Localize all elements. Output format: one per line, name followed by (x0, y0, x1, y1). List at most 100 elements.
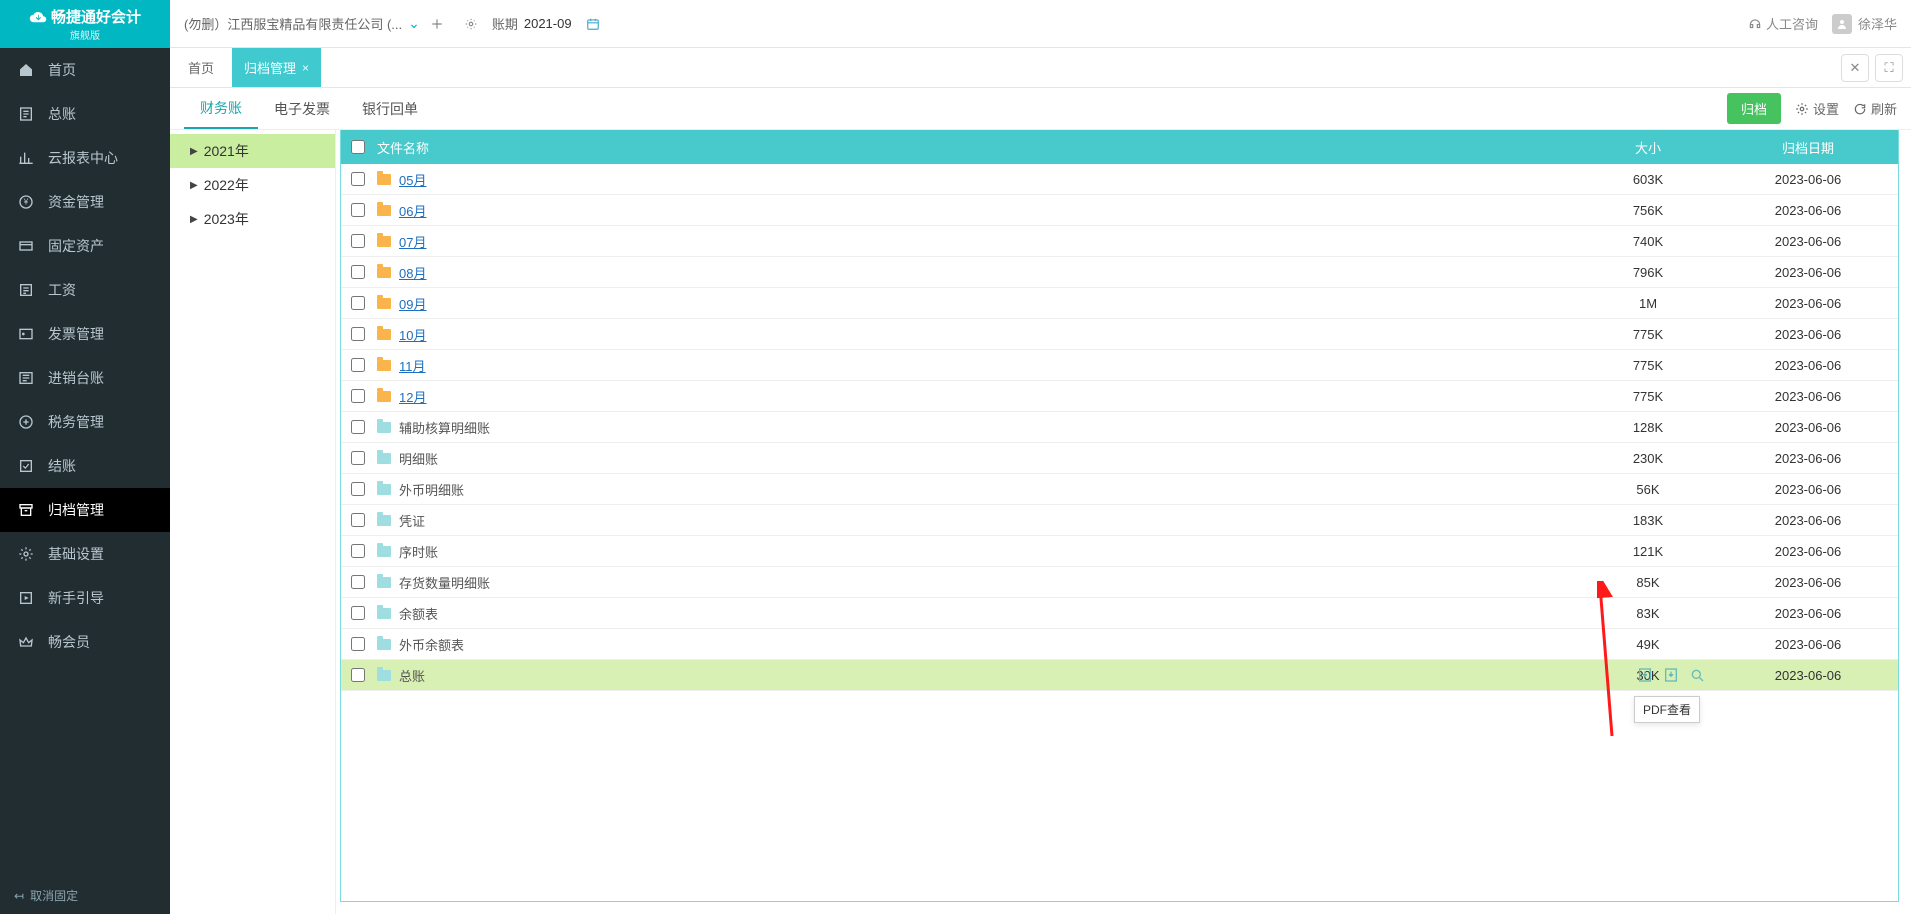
table-row[interactable]: 明细账230K2023-06-06 (341, 443, 1898, 474)
settings-link[interactable]: 设置 (1795, 99, 1839, 118)
row-checkbox[interactable] (351, 606, 365, 620)
table-row[interactable]: 总账30K2023-06-06 (341, 660, 1898, 691)
close-tab-icon[interactable]: × (302, 61, 309, 75)
period-value[interactable]: 2021-09 (524, 16, 572, 31)
tab-home-label: 首页 (188, 58, 214, 77)
sidebar-item-9[interactable]: 结账 (0, 444, 170, 488)
sidebar-item-13[interactable]: 畅会员 (0, 620, 170, 664)
sidebar-item-8[interactable]: 税务管理 (0, 400, 170, 444)
home-icon (18, 62, 36, 78)
row-checkbox[interactable] (351, 265, 365, 279)
row-checkbox[interactable] (351, 544, 365, 558)
subtab-2[interactable]: 银行回单 (346, 88, 434, 129)
archive-button[interactable]: 归档 (1727, 93, 1781, 124)
year-item-0[interactable]: ▶ 2021年 (170, 134, 335, 168)
row-checkbox[interactable] (351, 513, 365, 527)
pdf-view-tooltip: PDF查看 (1634, 696, 1700, 723)
table-row[interactable]: 余额表83K2023-06-06 (341, 598, 1898, 629)
row-checkbox[interactable] (351, 451, 365, 465)
sidebar-item-5[interactable]: 工资 (0, 268, 170, 312)
company-selector[interactable]: (勿删）江西服宝精品有限责任公司 (... ⌄ (184, 14, 420, 33)
file-size: 740K (1578, 234, 1718, 249)
table-row[interactable]: 05月603K2023-06-06 (341, 164, 1898, 195)
support-button[interactable]: 人工咨询 (1748, 14, 1818, 33)
year-item-1[interactable]: ▶2022年 (170, 168, 335, 202)
table-row[interactable]: 08月796K2023-06-06 (341, 257, 1898, 288)
table-row[interactable]: 辅助核算明细账128K2023-06-06 (341, 412, 1898, 443)
file-link[interactable]: 07月 (399, 232, 426, 251)
inout-icon (18, 370, 36, 386)
fullscreen-icon[interactable]: ⛶ (1875, 54, 1903, 82)
row-checkbox[interactable] (351, 296, 365, 310)
row-checkbox[interactable] (351, 575, 365, 589)
chevron-down-icon: ⌄ (408, 15, 420, 32)
table-row[interactable]: 外币余额表49K2023-06-06 (341, 629, 1898, 660)
calendar-icon[interactable] (586, 17, 600, 31)
row-checkbox[interactable] (351, 234, 365, 248)
file-icon (377, 422, 391, 433)
file-link[interactable]: 06月 (399, 201, 426, 220)
sidebar-item-3[interactable]: ¥资金管理 (0, 180, 170, 224)
company-name: (勿删）江西服宝精品有限责任公司 (... (184, 14, 402, 33)
row-checkbox[interactable] (351, 327, 365, 341)
user-menu[interactable]: 徐泽华 (1832, 14, 1897, 34)
row-checkbox[interactable] (351, 420, 365, 434)
table-row[interactable]: 存货数量明细账85K2023-06-06 (341, 567, 1898, 598)
table-row[interactable]: 序时账121K2023-06-06 (341, 536, 1898, 567)
sidebar-item-4[interactable]: 固定资产 (0, 224, 170, 268)
row-checkbox[interactable] (351, 637, 365, 651)
table-row[interactable]: 外币明细账56K2023-06-06 (341, 474, 1898, 505)
download-pdf-icon[interactable] (1662, 666, 1680, 684)
row-checkbox[interactable] (351, 668, 365, 682)
tooltip-text: PDF查看 (1643, 703, 1691, 717)
sidebar-item-1[interactable]: 总账 (0, 92, 170, 136)
tab-home[interactable]: 首页 (170, 48, 232, 87)
file-date: 2023-06-06 (1718, 265, 1898, 280)
file-link[interactable]: 08月 (399, 263, 426, 282)
year-label: 2021年 (204, 141, 249, 161)
sidebar-item-7[interactable]: 进销台账 (0, 356, 170, 400)
table-row[interactable]: 凭证183K2023-06-06 (341, 505, 1898, 536)
table-row[interactable]: 06月756K2023-06-06 (341, 195, 1898, 226)
row-checkbox[interactable] (351, 358, 365, 372)
period-label: 账期 (492, 14, 518, 33)
sidebar-item-0[interactable]: 首页 (0, 48, 170, 92)
row-checkbox[interactable] (351, 203, 365, 217)
file-link[interactable]: 11月 (399, 356, 426, 375)
row-checkbox[interactable] (351, 389, 365, 403)
pdf-view-icon[interactable] (1688, 666, 1706, 684)
file-link[interactable]: 05月 (399, 170, 426, 189)
table-row[interactable]: 07月740K2023-06-06 (341, 226, 1898, 257)
table-row[interactable]: 10月775K2023-06-06 (341, 319, 1898, 350)
row-checkbox[interactable] (351, 482, 365, 496)
download-zip-icon[interactable] (1636, 666, 1654, 684)
sidebar-item-10[interactable]: 归档管理 (0, 488, 170, 532)
sidebar-item-label: 首页 (48, 60, 76, 80)
chevron-right-icon: ▶ (190, 180, 198, 191)
subtab-1[interactable]: 电子发票 (258, 88, 346, 129)
sidebar-item-label: 云报表中心 (48, 148, 118, 168)
select-all-checkbox[interactable] (351, 140, 365, 154)
close-all-tabs-icon[interactable]: ✕ (1841, 54, 1869, 82)
file-link[interactable]: 12月 (399, 387, 426, 406)
year-item-2[interactable]: ▶2023年 (170, 202, 335, 236)
file-link[interactable]: 10月 (399, 325, 426, 344)
table-row[interactable]: 12月775K2023-06-06 (341, 381, 1898, 412)
chevron-right-icon: ▶ (190, 146, 198, 157)
sidebar-item-6[interactable]: 发票管理 (0, 312, 170, 356)
sidebar-item-12[interactable]: 新手引导 (0, 576, 170, 620)
sidebar-item-11[interactable]: 基础设置 (0, 532, 170, 576)
table-row[interactable]: 11月775K2023-06-06 (341, 350, 1898, 381)
unpin-button[interactable]: ↤ 取消固定 (0, 877, 170, 914)
sidebar-item-label: 税务管理 (48, 412, 104, 432)
sidebar-item-2[interactable]: 云报表中心 (0, 136, 170, 180)
row-checkbox[interactable] (351, 172, 365, 186)
refresh-link[interactable]: 刷新 (1853, 99, 1897, 118)
year-label: 2023年 (204, 209, 249, 229)
company-settings-icon[interactable] (464, 17, 478, 31)
file-link[interactable]: 09月 (399, 294, 426, 313)
table-row[interactable]: 09月1M2023-06-06 (341, 288, 1898, 319)
add-company-icon[interactable] (430, 17, 444, 31)
subtab-0[interactable]: 财务账 (184, 88, 258, 129)
tab-archive[interactable]: 归档管理 × (232, 48, 321, 87)
